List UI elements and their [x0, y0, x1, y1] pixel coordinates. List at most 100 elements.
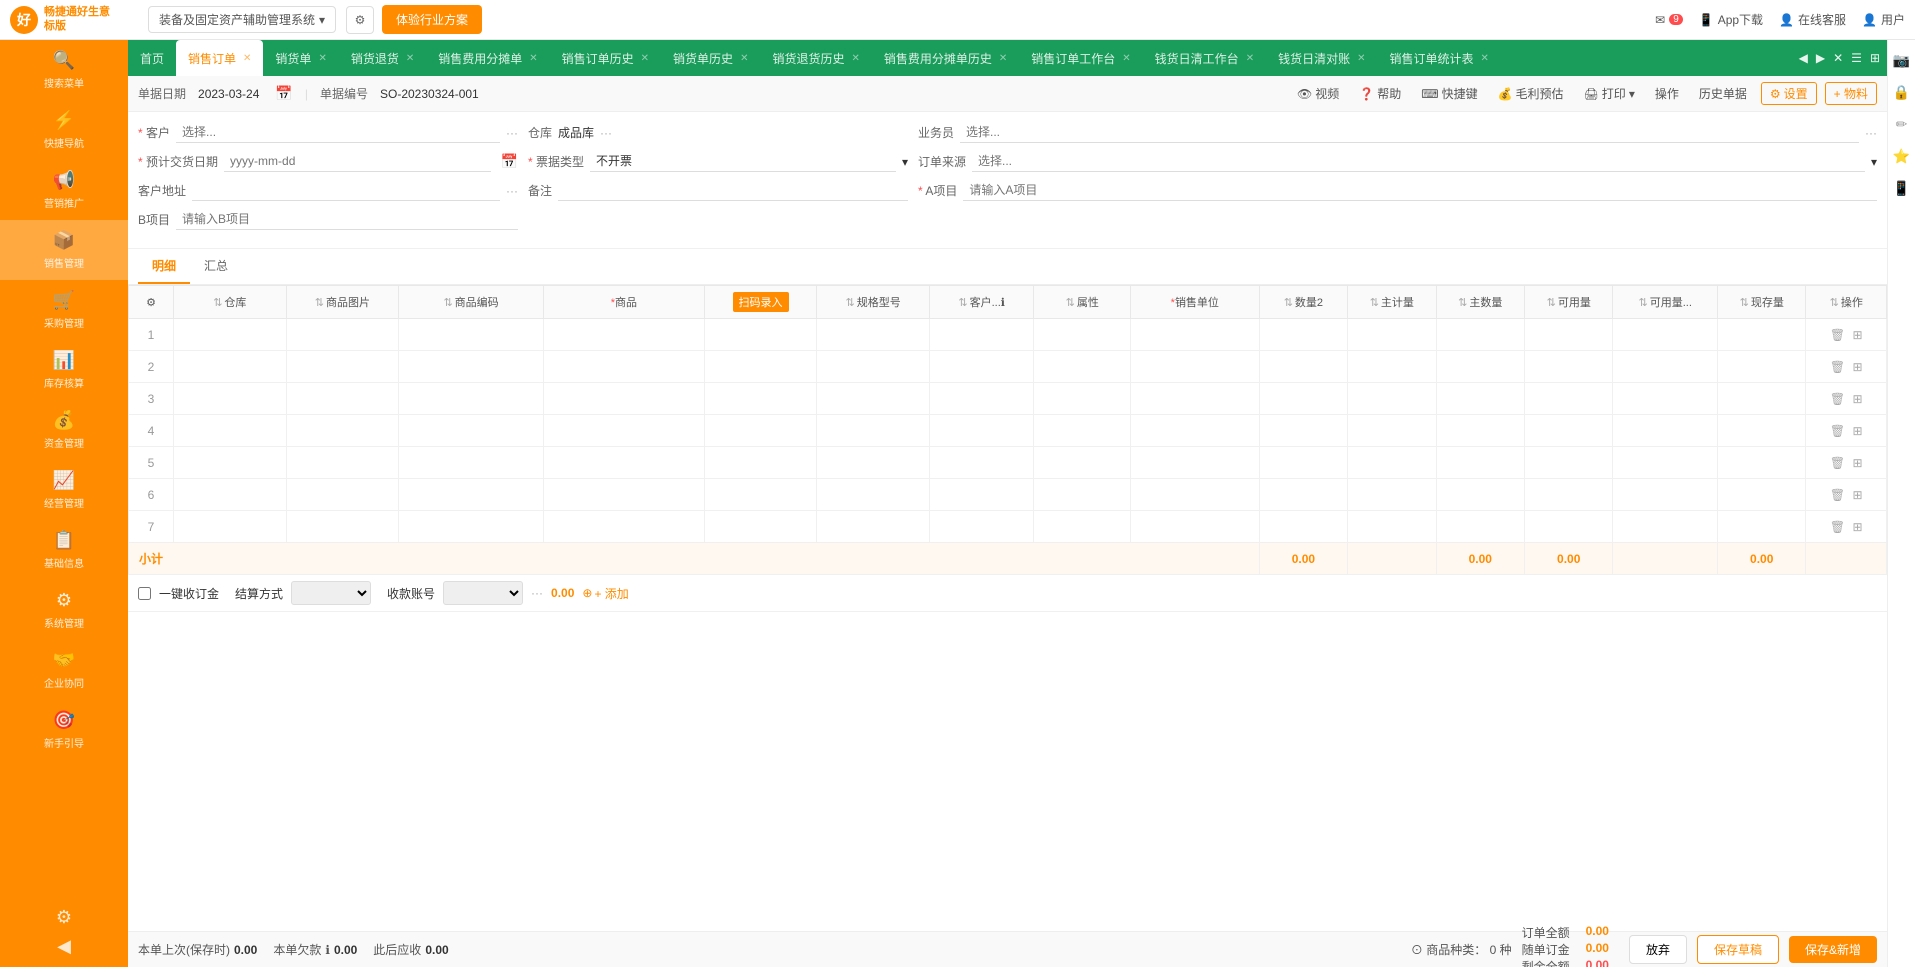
cell-unit[interactable]	[1130, 479, 1259, 511]
cell-warehouse[interactable]	[174, 351, 287, 383]
cell-actions[interactable]: 🗑 ⊞	[1806, 351, 1887, 383]
cell-main_unit[interactable]	[1348, 319, 1436, 351]
edit-icon[interactable]: ✏	[1890, 112, 1914, 136]
cell-name[interactable]	[543, 511, 704, 543]
history-button[interactable]: 历史单据	[1693, 83, 1753, 104]
cell-unit[interactable]	[1130, 447, 1259, 479]
cell-spec[interactable]	[817, 447, 930, 479]
cell-actions[interactable]: 🗑 ⊞	[1806, 383, 1887, 415]
cell-attribute[interactable]	[1034, 383, 1131, 415]
cell-attribute[interactable]	[1034, 319, 1131, 351]
cell-attribute[interactable]	[1034, 415, 1131, 447]
cell-main_qty[interactable]	[1436, 383, 1524, 415]
tab-close-9[interactable]: ✕	[1122, 53, 1130, 64]
tab-menu-icon[interactable]: ☰	[1848, 51, 1865, 65]
cell-image[interactable]	[286, 319, 399, 351]
sidebar-item-系统管理[interactable]: ⚙ 系统管理	[0, 580, 128, 640]
cell-available[interactable]	[1525, 319, 1613, 351]
cell-code[interactable]	[399, 319, 544, 351]
cell-current_stock[interactable]	[1718, 415, 1806, 447]
cell-warehouse[interactable]	[174, 319, 287, 351]
cell-qty2[interactable]	[1259, 415, 1347, 447]
cell-available2[interactable]	[1613, 447, 1718, 479]
nav-tab-0[interactable]: 首页	[128, 40, 176, 76]
cell-customer_code[interactable]	[929, 351, 1034, 383]
star-icon[interactable]: ⭐	[1890, 144, 1914, 168]
cell-main_unit[interactable]	[1348, 415, 1436, 447]
copy-icon[interactable]: ⊞	[1852, 392, 1862, 406]
cell-qty2[interactable]	[1259, 479, 1347, 511]
copy-icon[interactable]: ⊞	[1852, 456, 1862, 470]
tab-close-all-icon[interactable]: ✕	[1830, 51, 1846, 65]
copy-icon[interactable]: ⊞	[1852, 328, 1862, 342]
cell-image[interactable]	[286, 479, 399, 511]
nav-tab-8[interactable]: 销售费用分摊单历史✕	[872, 40, 1019, 76]
tab-navigation[interactable]: ◀ ▶ ✕ ☰ ⊞	[1792, 51, 1887, 65]
tab-close-3[interactable]: ✕	[406, 53, 414, 64]
customer-more-icon[interactable]: ···	[506, 126, 518, 140]
cell-actions[interactable]: 🗑 ⊞	[1806, 511, 1887, 543]
cell-available[interactable]	[1525, 479, 1613, 511]
help-button[interactable]: ❓ 帮助	[1353, 83, 1407, 104]
shortcut-button[interactable]: ⌨ 快捷键	[1415, 83, 1483, 104]
tab-close-7[interactable]: ✕	[851, 53, 859, 64]
cell-actions[interactable]: 🗑 ⊞	[1806, 319, 1887, 351]
camera-icon[interactable]: 📷	[1890, 48, 1914, 72]
cell-available2[interactable]	[1613, 511, 1718, 543]
b-project-input[interactable]	[176, 209, 518, 230]
cell-code[interactable]	[399, 415, 544, 447]
nav-tab-5[interactable]: 销售订单历史✕	[550, 40, 661, 76]
tab-close-1[interactable]: ✕	[243, 53, 251, 64]
cell-main_unit[interactable]	[1348, 479, 1436, 511]
delete-icon[interactable]: 🗑	[1830, 328, 1845, 342]
sidebar-item-资金管理[interactable]: 💰 资金管理	[0, 400, 128, 460]
cell-available2[interactable]	[1613, 351, 1718, 383]
cell-attribute[interactable]	[1034, 479, 1131, 511]
cell-qty2[interactable]	[1259, 319, 1347, 351]
cell-spec[interactable]	[817, 351, 930, 383]
tab-prev-icon[interactable]: ◀	[1796, 51, 1811, 65]
cell-customer_code[interactable]	[929, 479, 1034, 511]
cell-name[interactable]	[543, 351, 704, 383]
cell-scan[interactable]	[704, 351, 817, 383]
sidebar-item-搜索菜单[interactable]: 🔍 搜索菜单	[0, 40, 128, 100]
address-input[interactable]	[192, 180, 500, 201]
delivery-calendar-icon[interactable]: 📅	[501, 153, 518, 170]
system-selector[interactable]: 装备及固定资产辅助管理系统 ▾	[148, 6, 336, 33]
sidebar-item-企业协同[interactable]: 🤝 企业协同	[0, 640, 128, 700]
cell-customer_code[interactable]	[929, 511, 1034, 543]
app-download-button[interactable]: 📱 App下载	[1699, 11, 1763, 28]
cell-scan[interactable]	[704, 479, 817, 511]
tab-close-5[interactable]: ✕	[641, 53, 649, 64]
cell-code[interactable]	[399, 351, 544, 383]
operation-button[interactable]: 操作	[1649, 83, 1685, 104]
order-source-input[interactable]	[972, 151, 1865, 172]
delete-icon[interactable]: 🗑	[1830, 424, 1845, 438]
cell-image[interactable]	[286, 351, 399, 383]
cell-main_unit[interactable]	[1348, 511, 1436, 543]
cell-available2[interactable]	[1613, 479, 1718, 511]
cell-main_qty[interactable]	[1436, 415, 1524, 447]
industry-solution-button[interactable]: 体验行业方案	[382, 5, 482, 34]
cell-code[interactable]	[399, 383, 544, 415]
delete-icon[interactable]: 🗑	[1830, 488, 1845, 502]
mobile-icon[interactable]: 📱	[1890, 176, 1914, 200]
cell-image[interactable]	[286, 447, 399, 479]
sidebar-item-库存核算[interactable]: 📊 库存核算	[0, 340, 128, 400]
cell-scan[interactable]	[704, 511, 817, 543]
cell-attribute[interactable]	[1034, 351, 1131, 383]
sidebar-item-采购管理[interactable]: 🛒 采购管理	[0, 280, 128, 340]
cell-main_unit[interactable]	[1348, 447, 1436, 479]
cell-name[interactable]	[543, 479, 704, 511]
cell-available2[interactable]	[1613, 415, 1718, 447]
nav-tab-3[interactable]: 销货退货✕	[339, 40, 426, 76]
sidebar-item-快捷导航[interactable]: ⚡ 快捷导航	[0, 100, 128, 160]
cell-main_unit[interactable]	[1348, 351, 1436, 383]
save-new-button[interactable]: 保存&新增	[1789, 936, 1877, 963]
user-menu[interactable]: 👤 用户	[1862, 11, 1905, 28]
delete-icon[interactable]: 🗑	[1830, 360, 1845, 374]
nav-tab-7[interactable]: 销货退货历史✕	[760, 40, 871, 76]
copy-icon[interactable]: ⊞	[1852, 520, 1862, 534]
calendar-icon[interactable]: 📅	[275, 85, 292, 102]
nav-tab-1[interactable]: 销售订单✕	[176, 40, 263, 76]
